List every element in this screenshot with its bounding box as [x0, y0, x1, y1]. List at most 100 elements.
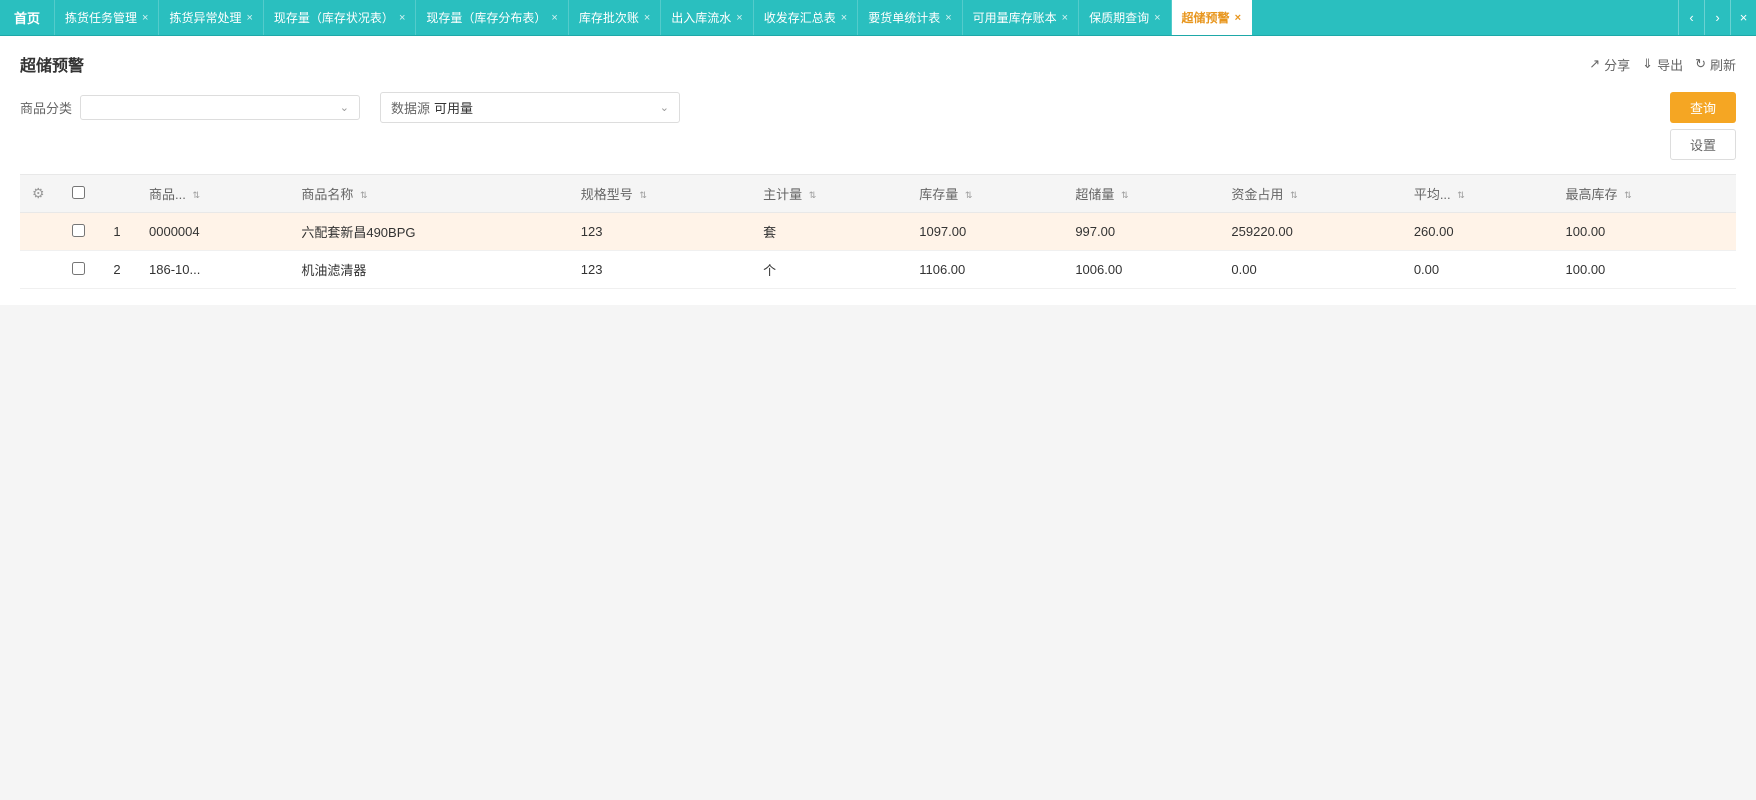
nav-home[interactable]: 首页 — [0, 0, 55, 35]
col-code-sort-icon[interactable]: ⇅ — [192, 190, 200, 201]
tab-3[interactable]: 现存量（库存状况表） × — [264, 0, 416, 35]
col-code-label: 商品... — [149, 187, 186, 202]
category-label: 商品分类 — [20, 98, 72, 117]
row-unit-0: 套 — [751, 213, 907, 251]
tab-4-close[interactable]: × — [551, 12, 557, 24]
row-capital-1: 0.00 — [1219, 251, 1401, 289]
filter-actions: 查询 设置 — [1670, 92, 1736, 160]
col-header-settings[interactable]: ⚙ — [20, 175, 60, 213]
row-maxstock-1: 100.00 — [1554, 251, 1736, 289]
row-settings-1 — [20, 251, 60, 289]
tab-1-label: 拣货任务管理 — [65, 9, 137, 26]
row-settings-0 — [20, 213, 60, 251]
header-actions: ↗ 分享 ⇓ 导出 ↻ 刷新 — [1589, 55, 1736, 74]
table-header-row: ⚙ 商品... ⇅ 商品名称 ⇅ 规格型号 ⇅ — [20, 175, 1736, 213]
row-checkbox-0[interactable] — [72, 224, 85, 237]
tab-3-label: 现存量（库存状况表） — [274, 9, 394, 26]
tab-7[interactable]: 收发存汇总表 × — [754, 0, 858, 35]
col-spec-sort-icon[interactable]: ⇅ — [639, 190, 647, 201]
tab-7-close[interactable]: × — [841, 12, 847, 24]
col-stock-label: 库存量 — [919, 187, 958, 202]
tab-10-close[interactable]: × — [1154, 12, 1160, 24]
col-header-maxstock[interactable]: 最高库存 ⇅ — [1554, 175, 1736, 213]
tab-7-label: 收发存汇总表 — [764, 9, 836, 26]
col-overstock-label: 超储量 — [1075, 187, 1114, 202]
tab-5-close[interactable]: × — [644, 12, 650, 24]
tab-1[interactable]: 拣货任务管理 × — [55, 0, 159, 35]
col-maxstock-sort-icon[interactable]: ⇅ — [1624, 190, 1632, 201]
gear-icon[interactable]: ⚙ — [32, 185, 45, 201]
col-unit-sort-icon[interactable]: ⇅ — [809, 190, 817, 201]
col-capital-sort-icon[interactable]: ⇅ — [1290, 190, 1298, 201]
row-capital-0: 259220.00 — [1219, 213, 1401, 251]
tab-6-label: 出入库流水 — [671, 9, 731, 26]
tab-9-label: 可用量库存账本 — [973, 9, 1057, 26]
col-stock-sort-icon[interactable]: ⇅ — [965, 190, 973, 201]
tab-8[interactable]: 要货单统计表 × — [858, 0, 962, 35]
nav-more-btn[interactable]: × — [1730, 0, 1756, 35]
col-header-checkbox[interactable] — [60, 175, 97, 213]
row-checkbox-cell-1[interactable] — [60, 251, 97, 289]
tab-11-close[interactable]: × — [1235, 12, 1241, 24]
row-stock-1: 1106.00 — [907, 251, 1063, 289]
tab-1-close[interactable]: × — [142, 12, 148, 24]
row-index-1: 2 — [97, 251, 137, 289]
tab-6-close[interactable]: × — [736, 12, 742, 24]
col-header-stock[interactable]: 库存量 ⇅ — [907, 175, 1063, 213]
col-unit-label: 主计量 — [763, 187, 802, 202]
col-spec-label: 规格型号 — [581, 187, 633, 202]
row-avg-1: 0.00 — [1402, 251, 1554, 289]
tab-2-close[interactable]: × — [246, 12, 252, 24]
export-icon: ⇓ — [1642, 56, 1653, 72]
tab-10-label: 保质期查询 — [1089, 9, 1149, 26]
refresh-icon: ↻ — [1695, 56, 1706, 72]
col-header-spec[interactable]: 规格型号 ⇅ — [569, 175, 751, 213]
refresh-label: 刷新 — [1710, 55, 1736, 74]
refresh-button[interactable]: ↻ 刷新 — [1695, 55, 1736, 74]
datasource-dropdown-icon: ⌄ — [660, 101, 669, 114]
tab-4[interactable]: 现存量（库存分布表） × — [416, 0, 568, 35]
row-avg-0: 260.00 — [1402, 213, 1554, 251]
datasource-value: 可用量 — [434, 98, 473, 117]
tab-2[interactable]: 拣货异常处理 × — [159, 0, 263, 35]
tab-5-label: 库存批次账 — [579, 9, 639, 26]
col-maxstock-label: 最高库存 — [1566, 187, 1618, 202]
datasource-select[interactable]: 数据源 可用量 ⌄ — [380, 92, 680, 123]
col-header-name[interactable]: 商品名称 ⇅ — [289, 175, 568, 213]
row-checkbox-1[interactable] — [72, 262, 85, 275]
data-table: ⚙ 商品... ⇅ 商品名称 ⇅ 规格型号 ⇅ — [20, 174, 1736, 289]
col-header-unit[interactable]: 主计量 ⇅ — [751, 175, 907, 213]
share-icon: ↗ — [1589, 56, 1600, 72]
row-checkbox-cell-0[interactable] — [60, 213, 97, 251]
tab-2-label: 拣货异常处理 — [169, 9, 241, 26]
col-header-avg[interactable]: 平均... ⇅ — [1402, 175, 1554, 213]
export-button[interactable]: ⇓ 导出 — [1642, 55, 1683, 74]
select-all-checkbox[interactable] — [72, 186, 85, 199]
category-select[interactable]: ⌄ — [80, 95, 360, 120]
tab-11-label: 超储预警 — [1182, 9, 1230, 26]
tab-11[interactable]: 超储预警 × — [1172, 0, 1252, 35]
col-header-overstock[interactable]: 超储量 ⇅ — [1063, 175, 1219, 213]
query-button[interactable]: 查询 — [1670, 92, 1736, 123]
tab-3-close[interactable]: × — [399, 12, 405, 24]
tab-9[interactable]: 可用量库存账本 × — [963, 0, 1079, 35]
col-overstock-sort-icon[interactable]: ⇅ — [1121, 190, 1129, 201]
tab-10[interactable]: 保质期查询 × — [1079, 0, 1171, 35]
tab-5[interactable]: 库存批次账 × — [569, 0, 661, 35]
tab-9-close[interactable]: × — [1062, 12, 1068, 24]
col-header-capital[interactable]: 资金占用 ⇅ — [1219, 175, 1401, 213]
top-nav: 首页 拣货任务管理 × 拣货异常处理 × 现存量（库存状况表） × 现存量（库存… — [0, 0, 1756, 36]
col-avg-sort-icon[interactable]: ⇅ — [1457, 190, 1465, 201]
table-row: 2 186-10... 机油滤清器 123 个 1106.00 1006.00 … — [20, 251, 1736, 289]
col-name-label: 商品名称 — [301, 187, 353, 202]
col-name-sort-icon[interactable]: ⇅ — [360, 190, 368, 201]
row-name-0: 六配套新昌490BPG — [289, 213, 568, 251]
nav-prev-btn[interactable]: ‹ — [1678, 0, 1704, 35]
share-button[interactable]: ↗ 分享 — [1589, 55, 1630, 74]
tab-8-close[interactable]: × — [945, 12, 951, 24]
settings-button[interactable]: 设置 — [1670, 129, 1736, 160]
nav-next-btn[interactable]: › — [1704, 0, 1730, 35]
tab-6[interactable]: 出入库流水 × — [661, 0, 753, 35]
share-label: 分享 — [1604, 55, 1630, 74]
col-header-code[interactable]: 商品... ⇅ — [137, 175, 289, 213]
